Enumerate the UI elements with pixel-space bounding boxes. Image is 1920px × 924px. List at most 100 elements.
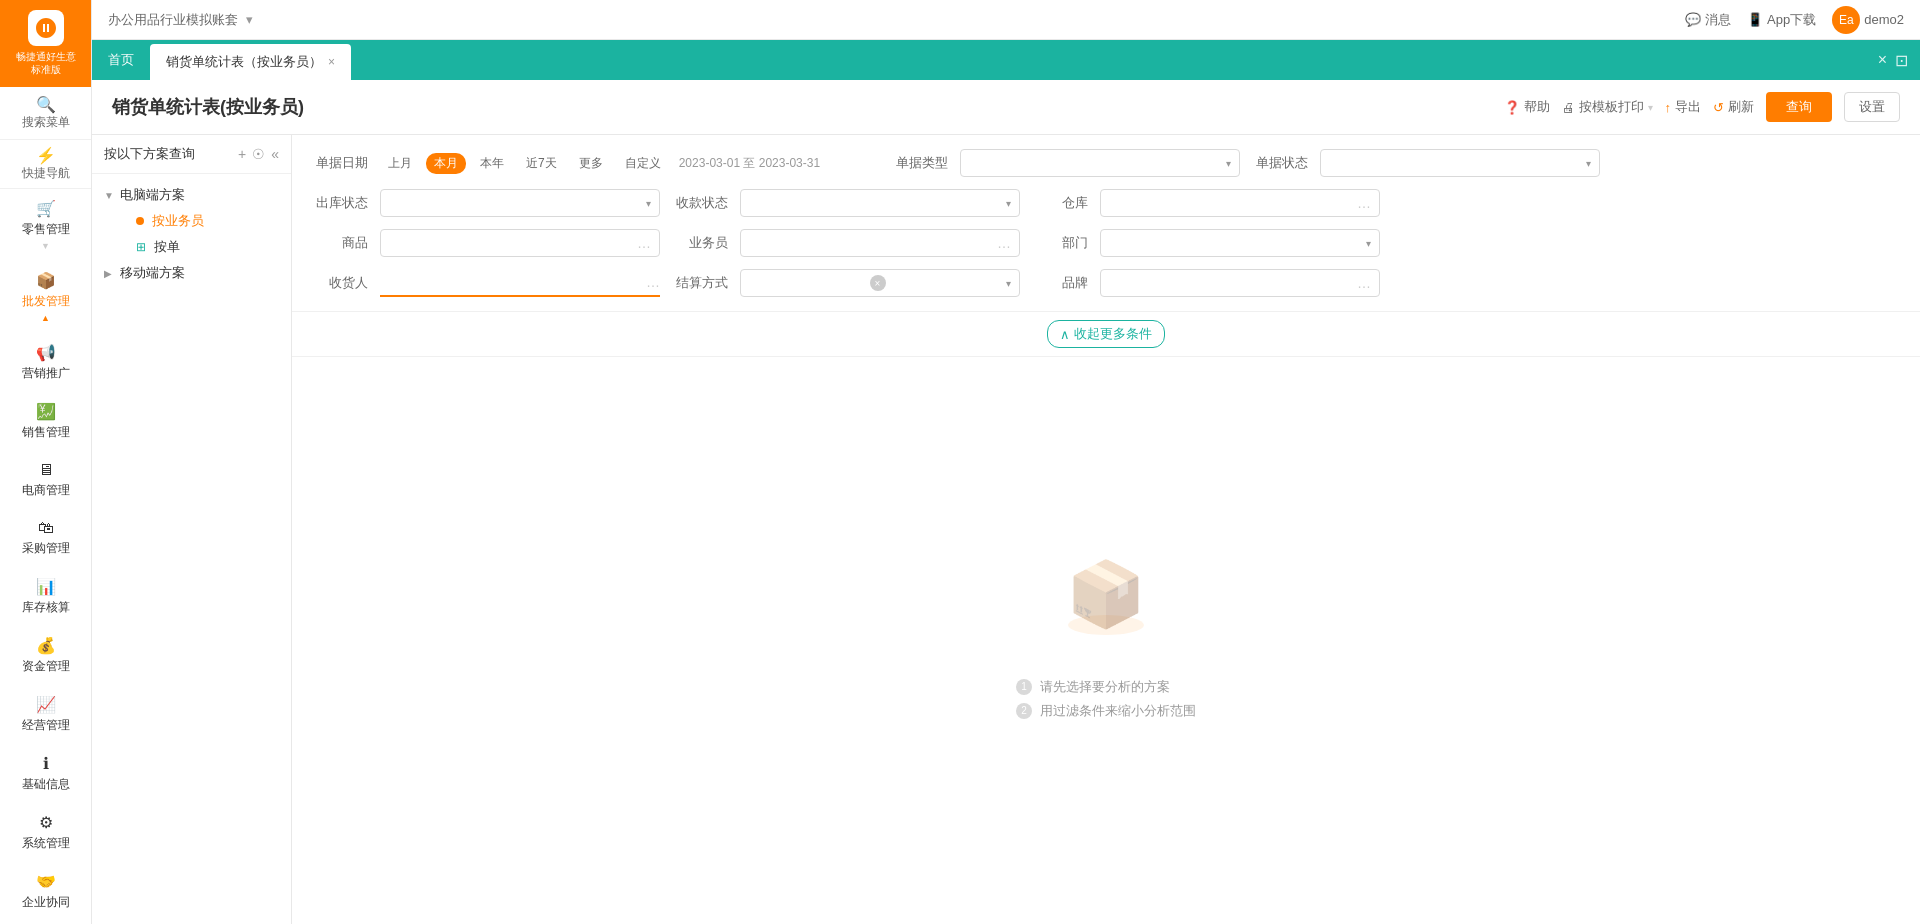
warehouse-label: 仓库 (1032, 194, 1088, 212)
settings-button[interactable]: 设置 (1844, 92, 1900, 122)
filter-area: 单据日期 上月 本月 本年 近7天 更多 自定义 2023-03-01 至 20… (292, 135, 1920, 312)
sidebar-item-sales[interactable]: 💹 销售管理 (0, 392, 91, 451)
date-tab-this-month[interactable]: 本月 (426, 153, 466, 174)
date-tab-7days[interactable]: 近7天 (518, 153, 565, 174)
filter-row-2: 出库状态 ▾ 收款状态 ▾ 仓库 … (312, 189, 1900, 217)
add-scheme-btn[interactable]: + (238, 146, 246, 162)
message-icon: 💬 (1685, 12, 1701, 27)
left-panel-title: 按以下方案查询 (104, 145, 195, 163)
tab-home[interactable]: 首页 (92, 40, 150, 80)
avatar: Ea (1832, 6, 1860, 34)
consignee-input-area[interactable]: … (380, 269, 660, 297)
sidebar-item-search-menu[interactable]: 🔍 搜索菜单 (0, 87, 91, 140)
settlement-dropdown[interactable]: × ▾ (740, 269, 1020, 297)
date-tab-custom[interactable]: 自定义 (617, 153, 669, 174)
left-panel: 按以下方案查询 + ☉ « ▼ 电脑端方案 按业务员 (92, 135, 292, 924)
department-dropdown[interactable]: ▾ (1100, 229, 1380, 257)
sidebar-item-basic-info[interactable]: ℹ 基础信息 (0, 744, 91, 803)
warehouse-dropdown[interactable]: … (1100, 189, 1380, 217)
page-content: 销货单统计表(按业务员) ❓ 帮助 🖨 按模板打印 ▾ ↑ 导出 ↺ 刷新 (92, 80, 1920, 924)
sidebar-item-purchase[interactable]: 🛍 采购管理 (0, 509, 91, 567)
tree-node-mobile[interactable]: ▶ 移动端方案 (92, 260, 291, 286)
help-icon: ❓ (1504, 100, 1520, 115)
tab-close-all-btn[interactable]: × (1878, 51, 1887, 69)
message-btn[interactable]: 💬 消息 (1685, 11, 1731, 29)
warehouse-dots-icon[interactable]: … (1357, 195, 1371, 211)
brand-dots-icon[interactable]: … (1357, 275, 1371, 291)
goods-dropdown[interactable]: … (380, 229, 660, 257)
sidebar-item-marketing[interactable]: 📢 营销推广 (0, 333, 91, 392)
department-label: 部门 (1032, 234, 1088, 252)
settlement-arrow-icon: ▾ (1006, 278, 1011, 289)
doc-type-arrow-icon: ▾ (1226, 158, 1231, 169)
sidebar-item-enterprise[interactable]: 🤝 企业协同 (0, 862, 91, 921)
receive-status-label: 收款状态 (672, 194, 728, 212)
user-name: demo2 (1864, 12, 1904, 27)
query-button[interactable]: 查询 (1766, 92, 1832, 122)
edit-scheme-btn[interactable]: ☉ (252, 146, 265, 162)
tab-sales-report-label: 销货单统计表（按业务员） (166, 53, 322, 71)
salesman-dots-icon[interactable]: … (997, 235, 1011, 251)
receive-status-dropdown[interactable]: ▾ (740, 189, 1020, 217)
breadcrumb-dropdown-icon[interactable]: ▾ (246, 12, 253, 27)
doc-type-dropdown[interactable]: ▾ (960, 149, 1240, 177)
consignee-label: 收货人 (312, 274, 368, 292)
tab-close-btn[interactable]: × (328, 55, 335, 69)
receive-status-arrow-icon: ▾ (1006, 198, 1011, 209)
tree-node-by-order[interactable]: ⊞ 按单 (92, 234, 291, 260)
breadcrumb-text: 办公用品行业模拟账套 (108, 11, 238, 29)
collapse-btn[interactable]: ∧ 收起更多条件 (1047, 320, 1165, 348)
tree-label-mobile: 移动端方案 (120, 264, 185, 282)
tree-node-by-salesman[interactable]: 按业务员 (92, 208, 291, 234)
doc-type-label: 单据类型 (892, 154, 948, 172)
refresh-btn[interactable]: ↺ 刷新 (1713, 98, 1754, 116)
export-btn[interactable]: ↑ 导出 (1665, 98, 1702, 116)
template-print-btn[interactable]: 🖨 按模板打印 ▾ (1562, 98, 1653, 116)
sidebar-item-quick-nav[interactable]: ⚡ 快捷导航 (0, 140, 91, 189)
date-control: 上月 本月 本年 近7天 更多 自定义 2023-03-01 至 2023-03… (380, 153, 880, 174)
out-status-label: 出库状态 (312, 194, 368, 212)
sidebar-item-ecommerce[interactable]: 🖥 电商管理 (0, 451, 91, 509)
sidebar-item-wholesale[interactable]: 📦 批发管理 ▲ (0, 261, 91, 333)
tree-node-desktop[interactable]: ▼ 电脑端方案 (92, 182, 291, 208)
tab-bar: 首页 销货单统计表（按业务员） × × ⊡ (92, 40, 1920, 80)
date-tab-more[interactable]: 更多 (571, 153, 611, 174)
inventory-icon: 📊 (36, 577, 56, 596)
sidebar-item-inventory[interactable]: 📊 库存核算 (0, 567, 91, 626)
out-status-dropdown[interactable]: ▾ (380, 189, 660, 217)
by-order-icon: ⊞ (136, 240, 146, 254)
filter-row-4: 收货人 … 结算方式 × ▾ 品牌 (312, 269, 1900, 297)
ecommerce-icon: 🖥 (38, 461, 54, 479)
sidebar: 畅捷通好生意 标准版 🔍 搜索菜单 ⚡ 快捷导航 🛒 零售管理 ▼ 📦 批发管理… (0, 0, 92, 924)
tab-sales-report[interactable]: 销货单统计表（按业务员） × (150, 44, 351, 80)
date-tab-last-month[interactable]: 上月 (380, 153, 420, 174)
consignee-dots-icon[interactable]: … (646, 274, 660, 290)
tree-label-by-order: 按单 (154, 238, 180, 256)
help-btn[interactable]: ❓ 帮助 (1504, 98, 1550, 116)
user-area[interactable]: Ea demo2 (1832, 6, 1904, 34)
date-label: 单据日期 (312, 154, 368, 172)
tree-arrow-desktop: ▼ (104, 190, 116, 201)
sidebar-item-operations[interactable]: 📈 经营管理 (0, 685, 91, 744)
brand-dropdown[interactable]: … (1100, 269, 1380, 297)
tree-arrow-mobile: ▶ (104, 268, 116, 279)
settlement-clear-btn[interactable]: × (870, 275, 886, 291)
consignee-input[interactable] (380, 275, 640, 290)
sidebar-item-system[interactable]: ⚙ 系统管理 (0, 803, 91, 862)
chevron-up-icon: ∧ (1060, 327, 1070, 342)
sidebar-logo: 畅捷通好生意 标准版 (0, 0, 91, 87)
date-tabs: 上月 本月 本年 近7天 更多 自定义 (380, 153, 669, 174)
collapse-panel-btn[interactable]: « (271, 146, 279, 162)
sidebar-item-finance[interactable]: 💰 资金管理 (0, 626, 91, 685)
doc-status-dropdown[interactable]: ▾ (1320, 149, 1600, 177)
goods-dots-icon[interactable]: … (637, 235, 651, 251)
doc-status-label: 单据状态 (1252, 154, 1308, 172)
salesman-dropdown[interactable]: … (740, 229, 1020, 257)
date-tab-this-year[interactable]: 本年 (472, 153, 512, 174)
tab-restore-btn[interactable]: ⊡ (1895, 51, 1908, 70)
app-download-icon: 📱 (1747, 12, 1763, 27)
app-download-btn[interactable]: 📱 App下载 (1747, 11, 1816, 29)
sidebar-item-retail[interactable]: 🛒 零售管理 ▼ (0, 189, 91, 261)
header-actions: 💬 消息 📱 App下载 Ea demo2 (1685, 6, 1904, 34)
logo-icon (28, 10, 64, 46)
